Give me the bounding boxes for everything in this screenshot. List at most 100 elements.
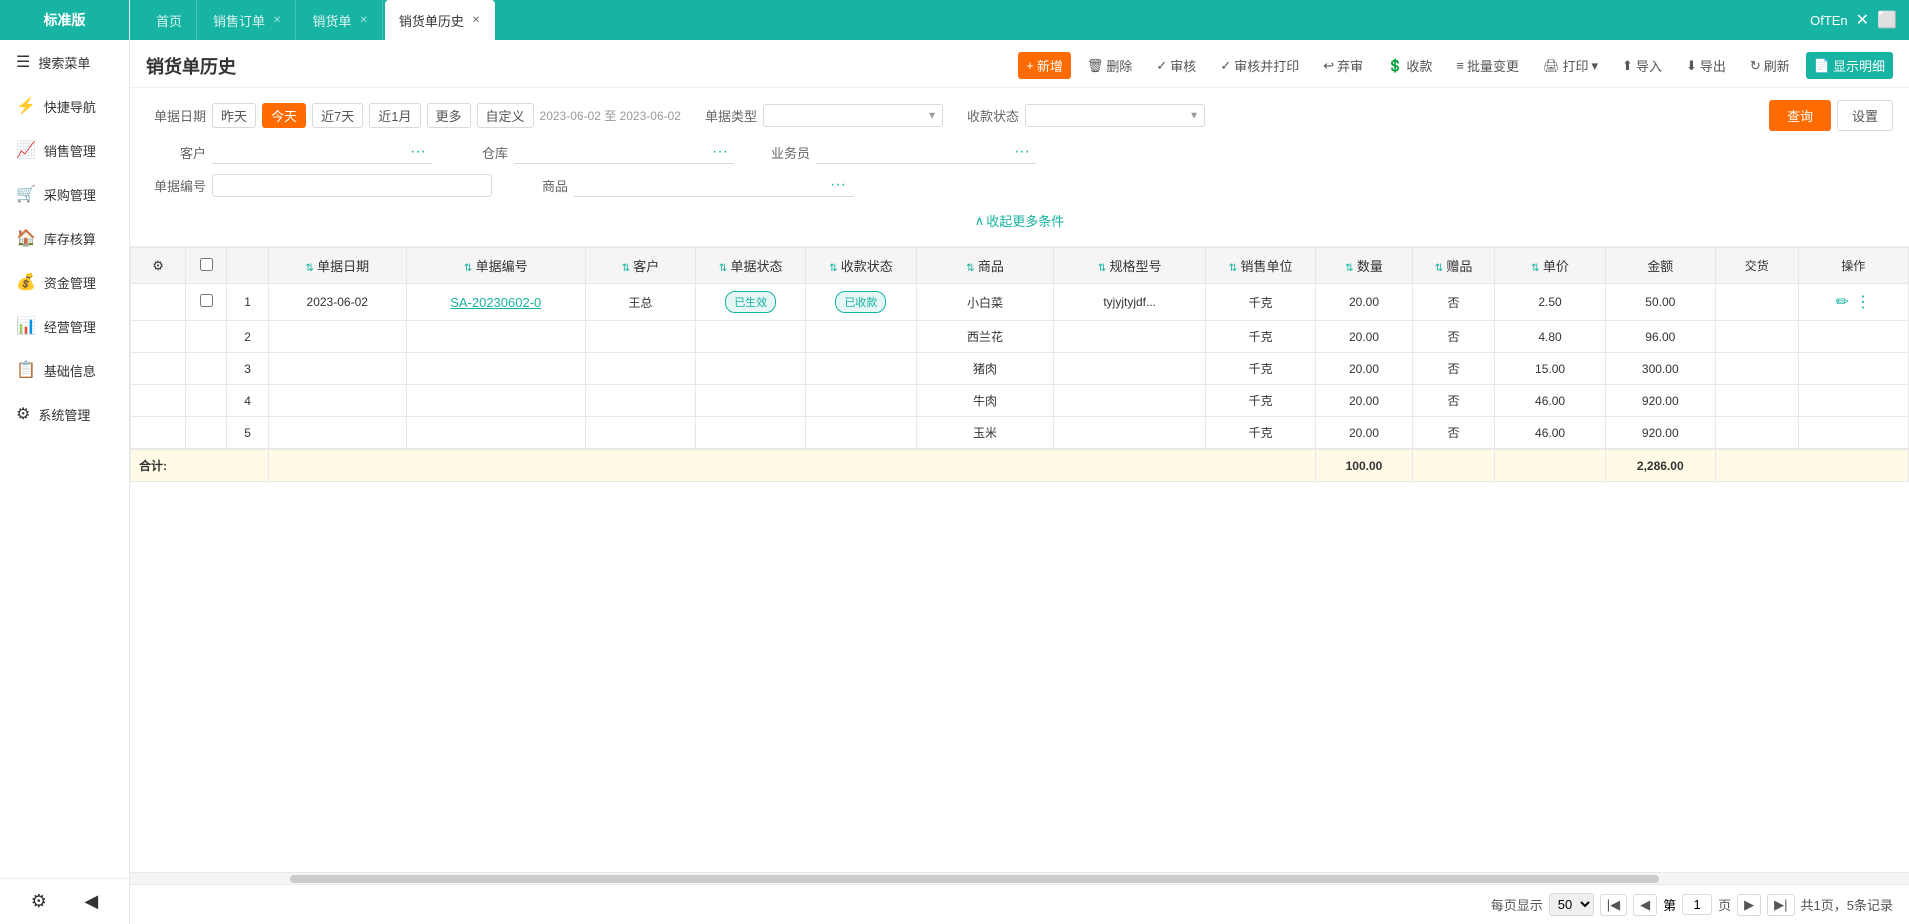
customer-input[interactable] (212, 142, 404, 163)
sidebar-item-sales-mgmt[interactable]: 📈 销售管理 (0, 128, 129, 172)
col-checkbox[interactable] (186, 248, 227, 284)
select-all-checkbox[interactable] (200, 258, 213, 271)
col-customer[interactable]: ⇅ 客户 (585, 248, 695, 284)
staff-ellipsis[interactable]: ··· (1008, 141, 1036, 163)
row-checkbox-cell[interactable] (186, 385, 227, 417)
row-checkbox[interactable] (200, 294, 213, 307)
col-doc-status[interactable]: ⇅ 单据状态 (696, 248, 806, 284)
row-checkbox-cell[interactable] (186, 284, 227, 321)
doc-no-cell: SA-20230602-0 (406, 284, 585, 321)
refresh-button[interactable]: ↻ 刷新 (1742, 52, 1798, 79)
goods-input[interactable] (574, 175, 824, 196)
qty-cell: 20.00 (1316, 353, 1412, 385)
more-ops-button[interactable]: ⋮ (1852, 293, 1874, 312)
goods-ellipsis[interactable]: ··· (824, 174, 852, 196)
page-size-select[interactable]: 50 (1549, 893, 1594, 916)
sidebar-item-search-menu[interactable]: ☰ 搜索菜单 (0, 40, 129, 84)
filter-settings-button[interactable]: 设置 (1837, 100, 1893, 131)
horizontal-scrollbar[interactable] (130, 872, 1909, 884)
export-button[interactable]: ⬇ 导出 (1678, 52, 1734, 79)
col-goods[interactable]: ⇅ 商品 (916, 248, 1054, 284)
doc-no-input[interactable] (212, 174, 492, 197)
warehouse-ellipsis[interactable]: ··· (706, 141, 734, 163)
tab-sales-history[interactable]: 销货单历史 ✕ (385, 0, 495, 40)
col-qty[interactable]: ⇅ 数量 (1316, 248, 1412, 284)
sidebar-item-inventory[interactable]: 🏠 库存核算 (0, 216, 129, 260)
gift-cell: 否 (1412, 417, 1495, 450)
print-button[interactable]: 🖨 打印 ▾ (1535, 52, 1606, 79)
customer-ellipsis[interactable]: ··· (404, 141, 432, 163)
settings-icon[interactable]: ⚙ (31, 891, 47, 912)
date-7days[interactable]: 近7天 (312, 103, 363, 128)
col-unit[interactable]: ⇅ 销售单位 (1206, 248, 1316, 284)
col-spec[interactable]: ⇅ 规格型号 (1054, 248, 1206, 284)
inventory-icon: 🏠 (16, 228, 36, 248)
doc-no-link[interactable]: SA-20230602-0 (450, 295, 541, 310)
topbar-expand-icon[interactable]: ⬜ (1877, 10, 1897, 30)
import-button[interactable]: ⬆ 导入 (1614, 52, 1670, 79)
row-checkbox-cell[interactable] (186, 417, 227, 450)
edit-button[interactable]: ✏ (1833, 293, 1852, 312)
doc-type-select[interactable] (763, 104, 943, 127)
abandon-button[interactable]: ↩ 弃审 (1315, 52, 1371, 79)
delete-button[interactable]: 🗑 删除 (1079, 52, 1141, 79)
date-yesterday[interactable]: 昨天 (212, 103, 256, 128)
add-button[interactable]: + 新增 (1018, 52, 1071, 79)
first-page-button[interactable]: |◀ (1600, 894, 1627, 916)
col-price[interactable]: ⇅ 单价 (1495, 248, 1605, 284)
query-button[interactable]: 查询 (1769, 100, 1831, 131)
receive-button[interactable]: 💲 收款 (1379, 52, 1440, 79)
audit-button[interactable]: ✓ 审核 (1148, 52, 1204, 79)
sidebar-item-operations[interactable]: 📊 经营管理 (0, 304, 129, 348)
goods-cell: 小白菜 (916, 284, 1054, 321)
tab-home[interactable]: 首页 (142, 0, 197, 40)
batch-change-button[interactable]: ≡ 批量变更 (1448, 52, 1527, 79)
sidebar-item-finance[interactable]: 💰 资金管理 (0, 260, 129, 304)
tab-sales-delivery[interactable]: 销货单 ✕ (298, 0, 382, 40)
date-custom[interactable]: 自定义 (477, 103, 534, 128)
show-detail-button[interactable]: 📄 显示明细 (1806, 52, 1893, 79)
next-page-button[interactable]: ▶ (1737, 894, 1761, 916)
sidebar-item-purchase-mgmt[interactable]: 🛒 采购管理 (0, 172, 129, 216)
col-pay-status[interactable]: ⇅ 收款状态 (806, 248, 916, 284)
last-page-button[interactable]: ▶| (1767, 894, 1794, 916)
sidebar-item-basic-info[interactable]: 📋 基础信息 (0, 348, 129, 392)
collapse-sidebar-icon[interactable]: ◀ (84, 891, 98, 912)
close-sales-order-tab[interactable]: ✕ (273, 15, 281, 26)
collapse-button[interactable]: ∧ 收起更多条件 (971, 207, 1069, 234)
row-checkbox-cell[interactable] (186, 321, 227, 353)
goods-cell: 玉米 (916, 417, 1054, 450)
spec-cell (1054, 321, 1206, 353)
date-today[interactable]: 今天 (262, 103, 306, 128)
audit-print-button[interactable]: ✓ 审核并打印 (1212, 52, 1307, 79)
col-settings[interactable]: ⚙ (131, 248, 186, 284)
summary-empty (268, 449, 1315, 482)
prev-page-button[interactable]: ◀ (1633, 894, 1657, 916)
close-sales-delivery-tab[interactable]: ✕ (359, 15, 367, 26)
col-doc-no[interactable]: ⇅ 单据编号 (406, 248, 585, 284)
staff-input[interactable] (816, 142, 1008, 163)
warehouse-input[interactable] (514, 142, 706, 163)
sales-mgmt-icon: 📈 (16, 140, 36, 160)
pay-status-select[interactable] (1025, 104, 1205, 127)
col-operations: 操作 (1798, 248, 1908, 284)
pay-status-cell (806, 417, 916, 450)
summary-price-empty (1495, 449, 1605, 482)
row-checkbox-cell[interactable] (186, 353, 227, 385)
date-1month[interactable]: 近1月 (369, 103, 420, 128)
close-sales-history-tab[interactable]: ✕ (472, 15, 480, 26)
date-more[interactable]: 更多 (427, 103, 471, 128)
topbar-close-icon[interactable]: ✕ (1856, 10, 1869, 30)
scroll-thumb[interactable] (290, 875, 1659, 883)
col-doc-date[interactable]: ⇅ 单据日期 (268, 248, 406, 284)
tab-sales-order[interactable]: 销售订单 ✕ (199, 0, 296, 40)
filter-row-3: 单据编号 商品 ··· (146, 174, 1893, 197)
page-number-input[interactable]: 1 (1682, 894, 1712, 915)
price-cell: 46.00 (1495, 417, 1605, 450)
col-gift[interactable]: ⇅ 赠品 (1412, 248, 1495, 284)
collapse-row: ∧ 收起更多条件 (146, 207, 1893, 234)
page-header: 销货单历史 + 新增 🗑 删除 ✓ 审核 ✓ 审核并打印 (130, 40, 1909, 88)
col-amount[interactable]: 金额 (1605, 248, 1715, 284)
sidebar-item-quick-nav[interactable]: ⚡ 快捷导航 (0, 84, 129, 128)
sidebar-item-sys-mgmt[interactable]: ⚙ 系统管理 (0, 392, 129, 436)
